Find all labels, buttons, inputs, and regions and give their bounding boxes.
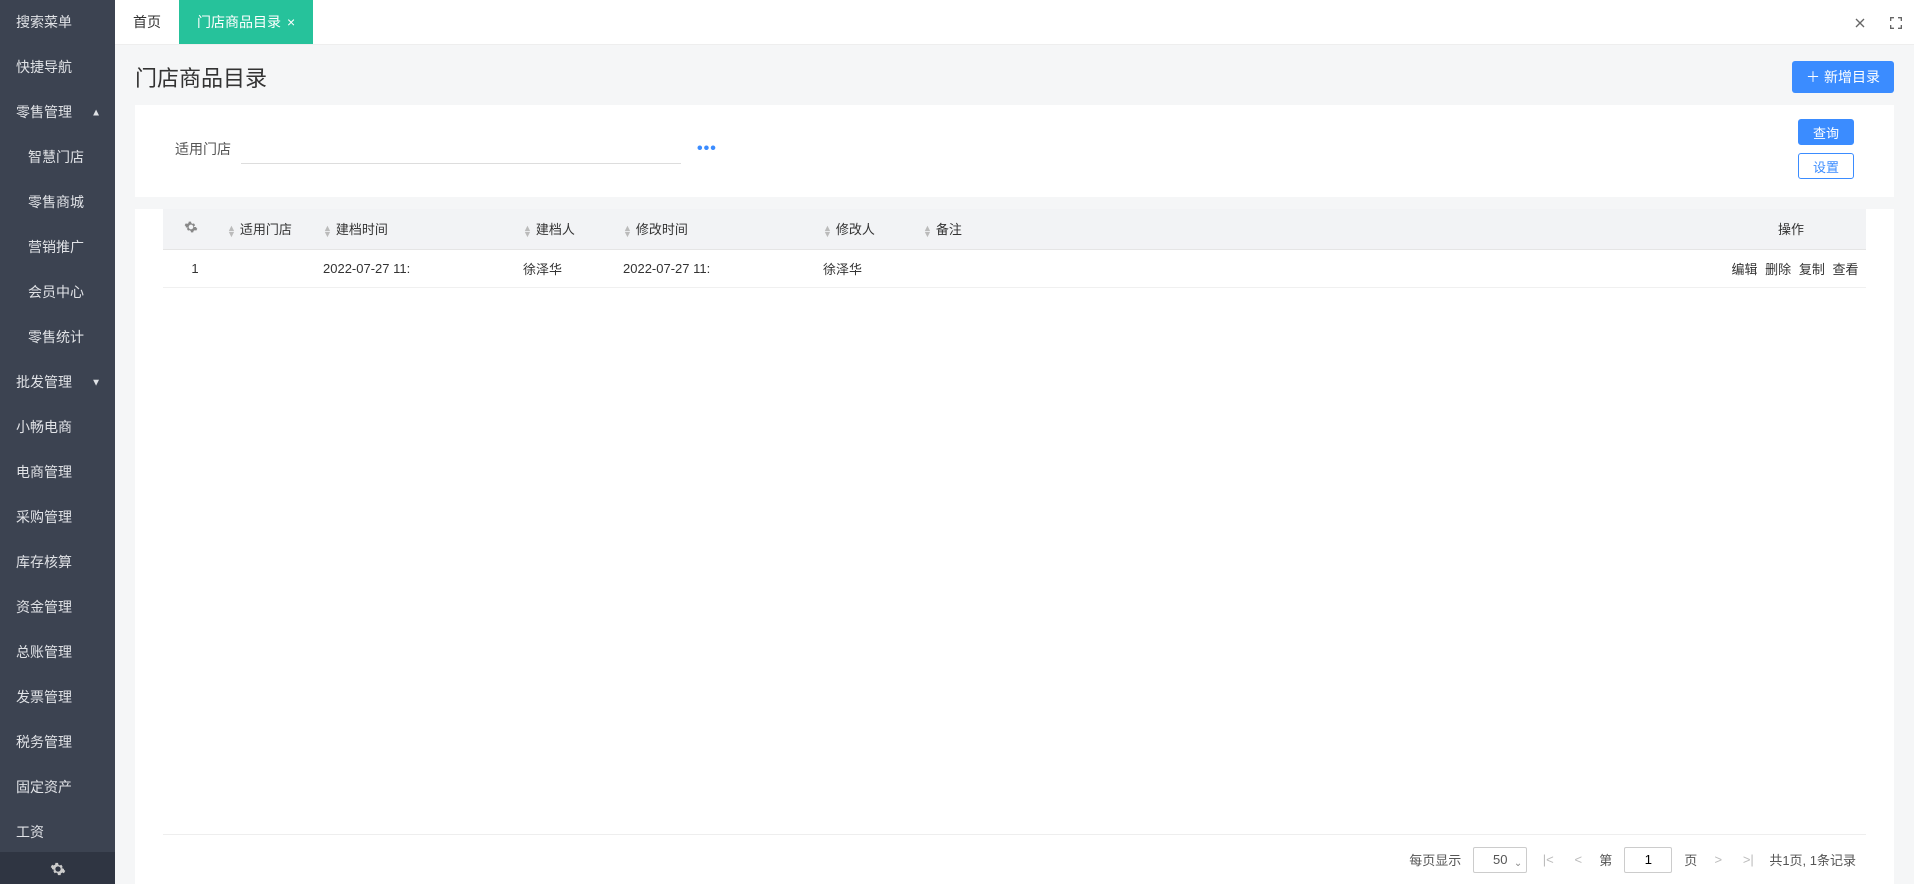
tab-active-label: 门店商品目录 [197, 12, 281, 32]
op-view[interactable]: 查看 [1832, 262, 1858, 277]
first-page-icon[interactable]: |< [1539, 852, 1557, 867]
sidebar-retail-mgmt[interactable]: 零售管理 ▲ [0, 90, 115, 135]
tabs-bar: 首页 门店商品目录 × [115, 0, 1914, 45]
fullscreen-icon[interactable] [1884, 11, 1908, 35]
sidebar-sub-member[interactable]: 会员中心 [0, 270, 115, 315]
sort-icon: ▲▼ [523, 225, 532, 237]
cell-create-by: 徐泽华 [515, 249, 615, 287]
col-modify-time[interactable]: ▲▼ 修改时间 [615, 209, 815, 249]
prev-page-icon[interactable]: < [1569, 852, 1587, 867]
col-store-label: 适用门店 [240, 222, 292, 237]
cell-ops: 编辑 删除 复制 查看 [1716, 249, 1866, 287]
sort-icon: ▲▼ [323, 225, 332, 237]
page-header: 门店商品目录 ＋ 新增目录 [135, 61, 1894, 93]
cell-note [915, 249, 1716, 287]
new-catalog-label: 新增目录 [1824, 67, 1880, 87]
query-button[interactable]: 查询 [1798, 119, 1854, 145]
sidebar-xiaochang[interactable]: 小畅电商 [0, 405, 115, 450]
last-page-icon[interactable]: >| [1739, 852, 1757, 867]
col-cby-label: 建档人 [536, 222, 575, 237]
cell-modify-by: 徐泽华 [815, 249, 915, 287]
tabs-right [1848, 0, 1908, 45]
sidebar-ecommerce[interactable]: 电商管理 [0, 450, 115, 495]
col-note[interactable]: ▲▼ 备注 [915, 209, 1716, 249]
main: 首页 门店商品目录 × 门店商品目录 ＋ 新增目录 适用门店 [115, 0, 1914, 884]
col-modify-by[interactable]: ▲▼ 修改人 [815, 209, 915, 249]
col-ops: 操作 [1716, 209, 1866, 249]
gear-icon [50, 860, 66, 876]
col-ctime-label: 建档时间 [336, 222, 388, 237]
per-page-label: 每页显示 [1409, 850, 1461, 869]
chevron-down-icon: ⌄ [1514, 852, 1522, 876]
caret-up-icon: ▲ [91, 90, 101, 135]
sidebar-quicknav[interactable]: 快捷导航 [0, 45, 115, 90]
sort-icon: ▲▼ [623, 225, 632, 237]
sidebar-inventory[interactable]: 库存核算 [0, 540, 115, 585]
page-size-value: 50 [1493, 852, 1507, 867]
sidebar-wholesale-label: 批发管理 [16, 374, 72, 390]
col-store[interactable]: ▲▼ 适用门店 [219, 209, 315, 249]
sidebar-funds[interactable]: 资金管理 [0, 585, 115, 630]
col-note-label: 备注 [936, 222, 962, 237]
paging-summary: 共1页, 1条记录 [1769, 850, 1856, 869]
page-label-pre: 第 [1599, 850, 1612, 869]
sidebar-fixedasset[interactable]: 固定资产 [0, 765, 115, 810]
page-label-post: 页 [1684, 850, 1697, 869]
col-gear[interactable] [163, 209, 219, 249]
next-page-icon[interactable]: > [1709, 852, 1727, 867]
op-edit[interactable]: 编辑 [1732, 262, 1758, 277]
sort-icon: ▲▼ [227, 225, 236, 237]
col-create-time[interactable]: ▲▼ 建档时间 [315, 209, 515, 249]
sidebar-ledger[interactable]: 总账管理 [0, 630, 115, 675]
close-icon[interactable]: × [287, 14, 295, 30]
page-number-input[interactable] [1624, 847, 1672, 873]
sidebar-tax[interactable]: 税务管理 [0, 720, 115, 765]
new-catalog-button[interactable]: ＋ 新增目录 [1792, 61, 1894, 93]
sidebar-sub-retailmall[interactable]: 零售商城 [0, 180, 115, 225]
more-icon[interactable]: ••• [697, 140, 717, 158]
sort-icon: ▲▼ [923, 225, 932, 237]
sidebar-search[interactable]: 搜索菜单 [0, 0, 115, 45]
gear-icon [184, 222, 198, 237]
sidebar-wholesale[interactable]: 批发管理 ▼ [0, 360, 115, 405]
col-mtime-label: 修改时间 [636, 222, 688, 237]
sidebar-retail-label: 零售管理 [16, 104, 72, 120]
col-mby-label: 修改人 [836, 222, 875, 237]
filter-card: 适用门店 ••• 查询 设置 [135, 105, 1894, 197]
plus-icon: ＋ [1806, 67, 1820, 87]
settings-button[interactable]: 设置 [1798, 153, 1854, 179]
sidebar-salary[interactable]: 工资 [0, 810, 115, 855]
sidebar-sub-smartstore[interactable]: 智慧门店 [0, 135, 115, 180]
filter-left: 适用门店 ••• [175, 134, 717, 164]
table-row[interactable]: 1 2022-07-27 11: 徐泽华 2022-07-27 11: 徐泽华 … [163, 249, 1866, 287]
sidebar-settings-footer[interactable] [0, 852, 115, 884]
content: 门店商品目录 ＋ 新增目录 适用门店 ••• 查询 设置 [115, 45, 1914, 884]
cell-store [219, 249, 315, 287]
table-header-row: ▲▼ 适用门店 ▲▼ 建档时间 ▲▼ 建档人 ▲▼ 修改时间 ▲▼ 修改人 ▲▼ 备注 操作 [163, 209, 1866, 249]
page-title: 门店商品目录 [135, 61, 267, 93]
close-all-icon[interactable] [1848, 11, 1872, 35]
sidebar: 搜索菜单 快捷导航 零售管理 ▲ 智慧门店 零售商城 营销推广 会员中心 零售统… [0, 0, 115, 884]
cell-idx: 1 [163, 249, 219, 287]
sidebar-invoice[interactable]: 发票管理 [0, 675, 115, 720]
tab-home[interactable]: 首页 [115, 0, 179, 44]
page-size-select[interactable]: 50 ⌄ [1473, 847, 1527, 873]
caret-down-icon: ▼ [91, 360, 101, 405]
filter-store-input[interactable] [241, 134, 681, 164]
sort-icon: ▲▼ [823, 225, 832, 237]
sidebar-sub-retailstats[interactable]: 零售统计 [0, 315, 115, 360]
op-delete[interactable]: 删除 [1765, 262, 1791, 277]
sidebar-sub-marketing[interactable]: 营销推广 [0, 225, 115, 270]
filter-right: 查询 设置 [1798, 119, 1854, 179]
paging: 每页显示 50 ⌄ |< < 第 页 > >| 共1页, 1条记录 [163, 834, 1866, 884]
filter-store-label: 适用门店 [175, 139, 231, 159]
op-copy[interactable]: 复制 [1799, 262, 1825, 277]
tab-store-product-catalog[interactable]: 门店商品目录 × [179, 0, 313, 44]
col-create-by[interactable]: ▲▼ 建档人 [515, 209, 615, 249]
cell-create-time: 2022-07-27 11: [315, 249, 515, 287]
table-wrap: ▲▼ 适用门店 ▲▼ 建档时间 ▲▼ 建档人 ▲▼ 修改时间 ▲▼ 修改人 ▲▼ 备注 操作… [135, 209, 1894, 884]
sidebar-purchase[interactable]: 采购管理 [0, 495, 115, 540]
cell-modify-time: 2022-07-27 11: [615, 249, 815, 287]
data-table: ▲▼ 适用门店 ▲▼ 建档时间 ▲▼ 建档人 ▲▼ 修改时间 ▲▼ 修改人 ▲▼ 备注 操作… [163, 209, 1866, 288]
